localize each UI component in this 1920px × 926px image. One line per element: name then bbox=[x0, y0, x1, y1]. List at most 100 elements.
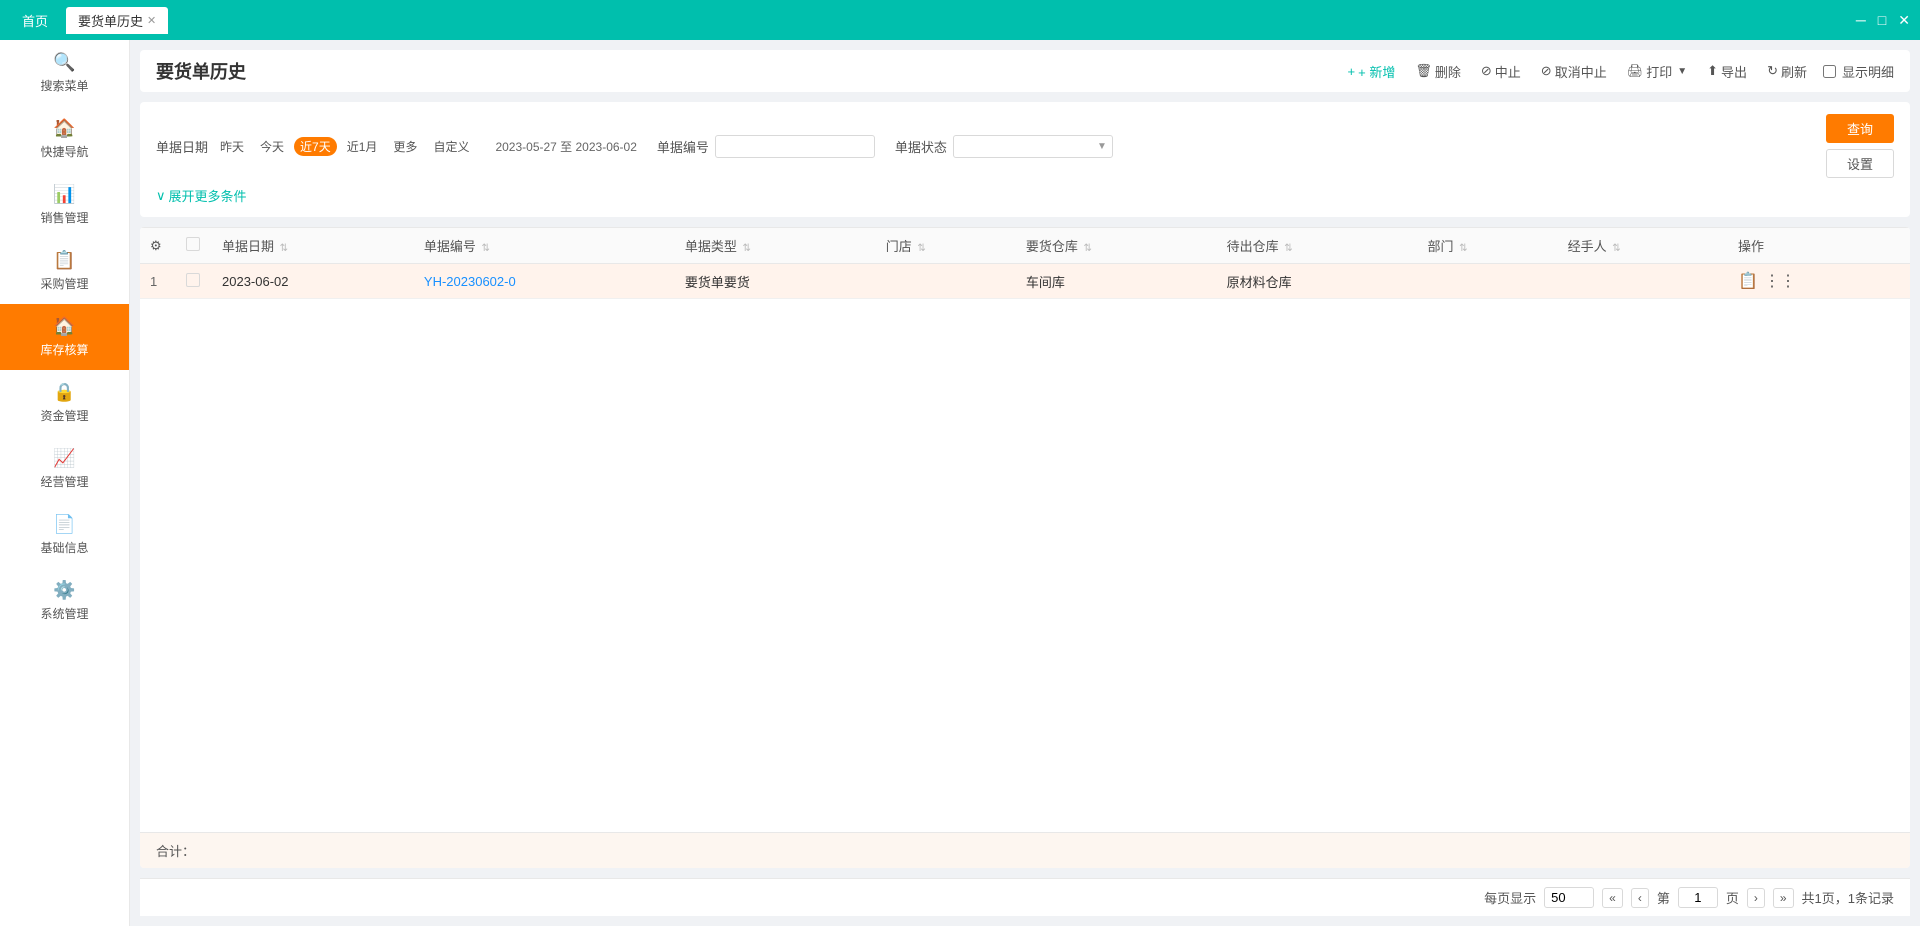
sort-number-icon[interactable]: ⇅ bbox=[482, 243, 490, 254]
sort-pending-warehouse-icon[interactable]: ⇅ bbox=[1284, 243, 1292, 254]
th-req-warehouse-label: 要货仓库 bbox=[1026, 239, 1078, 254]
th-actions: 操作 bbox=[1728, 228, 1910, 264]
sidebar-item-label: 系统管理 bbox=[40, 605, 88, 622]
sidebar-item-inventory[interactable]: 🏠 库存核算 bbox=[0, 304, 129, 370]
basic-info-icon: 📄 bbox=[53, 514, 75, 535]
last-page-button[interactable]: » bbox=[1773, 888, 1794, 908]
refresh-button[interactable]: ↻ 刷新 bbox=[1763, 60, 1811, 83]
row-date: 2023-06-02 bbox=[212, 264, 414, 299]
suspend-button[interactable]: ⊘ 中止 bbox=[1477, 60, 1525, 83]
delete-button[interactable]: 🗑 删除 bbox=[1411, 60, 1465, 83]
th-store-label: 门店 bbox=[886, 239, 912, 254]
status-select-wrapper: ▼ bbox=[953, 135, 1113, 158]
sidebar-item-label: 销售管理 bbox=[40, 209, 88, 226]
th-pending-warehouse: 待出仓库 ⇅ bbox=[1217, 228, 1418, 264]
shortcut-today[interactable]: 今天 bbox=[254, 137, 290, 156]
system-icon: ⚙️ bbox=[53, 580, 75, 601]
date-filter-label: 单据日期 bbox=[156, 137, 208, 156]
shortcut-7days[interactable]: 近7天 bbox=[294, 137, 337, 156]
sidebar-item-sales[interactable]: 📊 销售管理 bbox=[0, 172, 129, 238]
sort-date-icon[interactable]: ⇅ bbox=[280, 243, 288, 254]
sidebar-item-system[interactable]: ⚙️ 系统管理 bbox=[0, 568, 129, 634]
prev-page-button[interactable]: ‹ bbox=[1631, 888, 1649, 908]
sort-req-warehouse-icon[interactable]: ⇅ bbox=[1083, 243, 1091, 254]
th-date: 单据日期 ⇅ bbox=[212, 228, 414, 264]
sidebar-item-quick-nav[interactable]: 🏠 快捷导航 bbox=[0, 106, 129, 172]
th-actions-label: 操作 bbox=[1738, 239, 1764, 254]
first-page-button[interactable]: « bbox=[1602, 888, 1623, 908]
status-label: 单据状态 bbox=[895, 137, 947, 156]
new-label: + 新增 bbox=[1358, 62, 1395, 81]
sidebar-item-finance[interactable]: 🔒 资金管理 bbox=[0, 370, 129, 436]
total-label: 合计： bbox=[156, 844, 195, 859]
page-unit: 页 bbox=[1726, 888, 1739, 907]
minimize-icon[interactable]: ─ bbox=[1856, 12, 1866, 28]
export-icon: ⬆ bbox=[1707, 63, 1718, 79]
page-number-input[interactable] bbox=[1678, 887, 1718, 908]
tab-home[interactable]: 首页 bbox=[10, 7, 60, 34]
new-button[interactable]: + + 新增 bbox=[1344, 60, 1400, 83]
shortcut-custom[interactable]: 自定义 bbox=[427, 137, 475, 156]
order-number-input[interactable] bbox=[715, 135, 875, 158]
th-type-label: 单据类型 bbox=[685, 239, 737, 254]
order-number-label: 单据编号 bbox=[657, 137, 709, 156]
row-more-button[interactable]: ⋮⋮ bbox=[1764, 271, 1796, 291]
top-bar: 首页 要货单历史 ✕ ─ □ ✕ bbox=[0, 0, 1920, 40]
expand-more[interactable]: ∨ 展开更多条件 bbox=[156, 186, 1894, 205]
sidebar-item-purchase[interactable]: 📋 采购管理 bbox=[0, 238, 129, 304]
sort-department-icon[interactable]: ⇅ bbox=[1459, 243, 1467, 254]
select-all-checkbox[interactable] bbox=[186, 237, 200, 251]
sidebar-item-basic-info[interactable]: 📄 基础信息 bbox=[0, 502, 129, 568]
print-icon: 🖨 bbox=[1627, 63, 1644, 79]
row-select-checkbox[interactable] bbox=[186, 273, 200, 287]
shortcut-more[interactable]: 更多 bbox=[387, 137, 423, 156]
display-detail-checkbox[interactable] bbox=[1823, 65, 1836, 78]
main-layout: 🔍 搜索菜单 🏠 快捷导航 📊 销售管理 📋 采购管理 🏠 库存核算 🔒 资金管… bbox=[0, 40, 1920, 926]
display-detail-toggle[interactable]: 显示明细 bbox=[1823, 62, 1894, 81]
status-select[interactable] bbox=[953, 135, 1113, 158]
cancel-suspend-button[interactable]: ⊘ 取消中止 bbox=[1537, 60, 1611, 83]
sidebar-item-operations[interactable]: 📈 经营管理 bbox=[0, 436, 129, 502]
print-button[interactable]: 🖨 打印 ▼ bbox=[1623, 60, 1691, 83]
th-handler-label: 经手人 bbox=[1568, 239, 1607, 254]
per-page-select[interactable]: 20 50 100 bbox=[1544, 887, 1594, 908]
close-tab-icon[interactable]: ✕ bbox=[147, 14, 156, 27]
query-button[interactable]: 查询 bbox=[1826, 114, 1894, 143]
sort-handler-icon[interactable]: ⇅ bbox=[1612, 243, 1620, 254]
operations-icon: 📈 bbox=[53, 448, 75, 469]
delete-label: 删除 bbox=[1435, 62, 1461, 81]
row-edit-button[interactable]: 📋 bbox=[1738, 271, 1758, 291]
export-button[interactable]: ⬆ 导出 bbox=[1703, 60, 1751, 83]
row-checkbox bbox=[176, 264, 212, 299]
action-buttons: 查询 设置 bbox=[1826, 114, 1894, 178]
sidebar-item-search-menu[interactable]: 🔍 搜索菜单 bbox=[0, 40, 129, 106]
delete-icon: 🗑 bbox=[1415, 63, 1432, 79]
expand-more-label: 展开更多条件 bbox=[169, 186, 247, 205]
sort-store-icon[interactable]: ⇅ bbox=[917, 243, 925, 254]
next-page-button[interactable]: › bbox=[1747, 888, 1765, 908]
pagination-summary: 共1页，1条记录 bbox=[1802, 888, 1894, 907]
row-type: 要货单要货 bbox=[675, 264, 876, 299]
settings-icon[interactable]: ⚙ bbox=[150, 238, 162, 253]
print-dropdown-icon: ▼ bbox=[1677, 66, 1687, 77]
chevron-down-icon: ∨ bbox=[156, 188, 166, 204]
maximize-icon[interactable]: □ bbox=[1878, 12, 1886, 28]
page-header: 要货单历史 + + 新增 🗑 删除 ⊘ 中止 ⊘ 取消中止 bbox=[140, 50, 1910, 92]
page-label: 第 bbox=[1657, 888, 1670, 907]
shortcut-yesterday[interactable]: 昨天 bbox=[214, 137, 250, 156]
row-number-link[interactable]: YH-20230602-0 bbox=[424, 274, 516, 289]
display-detail-label: 显示明细 bbox=[1842, 62, 1894, 81]
shortcut-1month[interactable]: 近1月 bbox=[341, 137, 384, 156]
sort-type-icon[interactable]: ⇅ bbox=[743, 243, 751, 254]
export-label: 导出 bbox=[1721, 62, 1747, 81]
page-title: 要货单历史 bbox=[156, 58, 246, 84]
row-handler bbox=[1558, 264, 1728, 299]
settings-button[interactable]: 设置 bbox=[1826, 149, 1894, 178]
th-store: 门店 ⇅ bbox=[876, 228, 1016, 264]
suspend-label: 中止 bbox=[1495, 62, 1521, 81]
sidebar-item-label: 经营管理 bbox=[40, 473, 88, 490]
tab-requisition-history[interactable]: 要货单历史 ✕ bbox=[66, 7, 168, 34]
per-page-select-wrapper: 20 50 100 bbox=[1544, 887, 1594, 908]
window-close-icon[interactable]: ✕ bbox=[1898, 12, 1910, 29]
search-menu-icon: 🔍 bbox=[53, 52, 75, 73]
